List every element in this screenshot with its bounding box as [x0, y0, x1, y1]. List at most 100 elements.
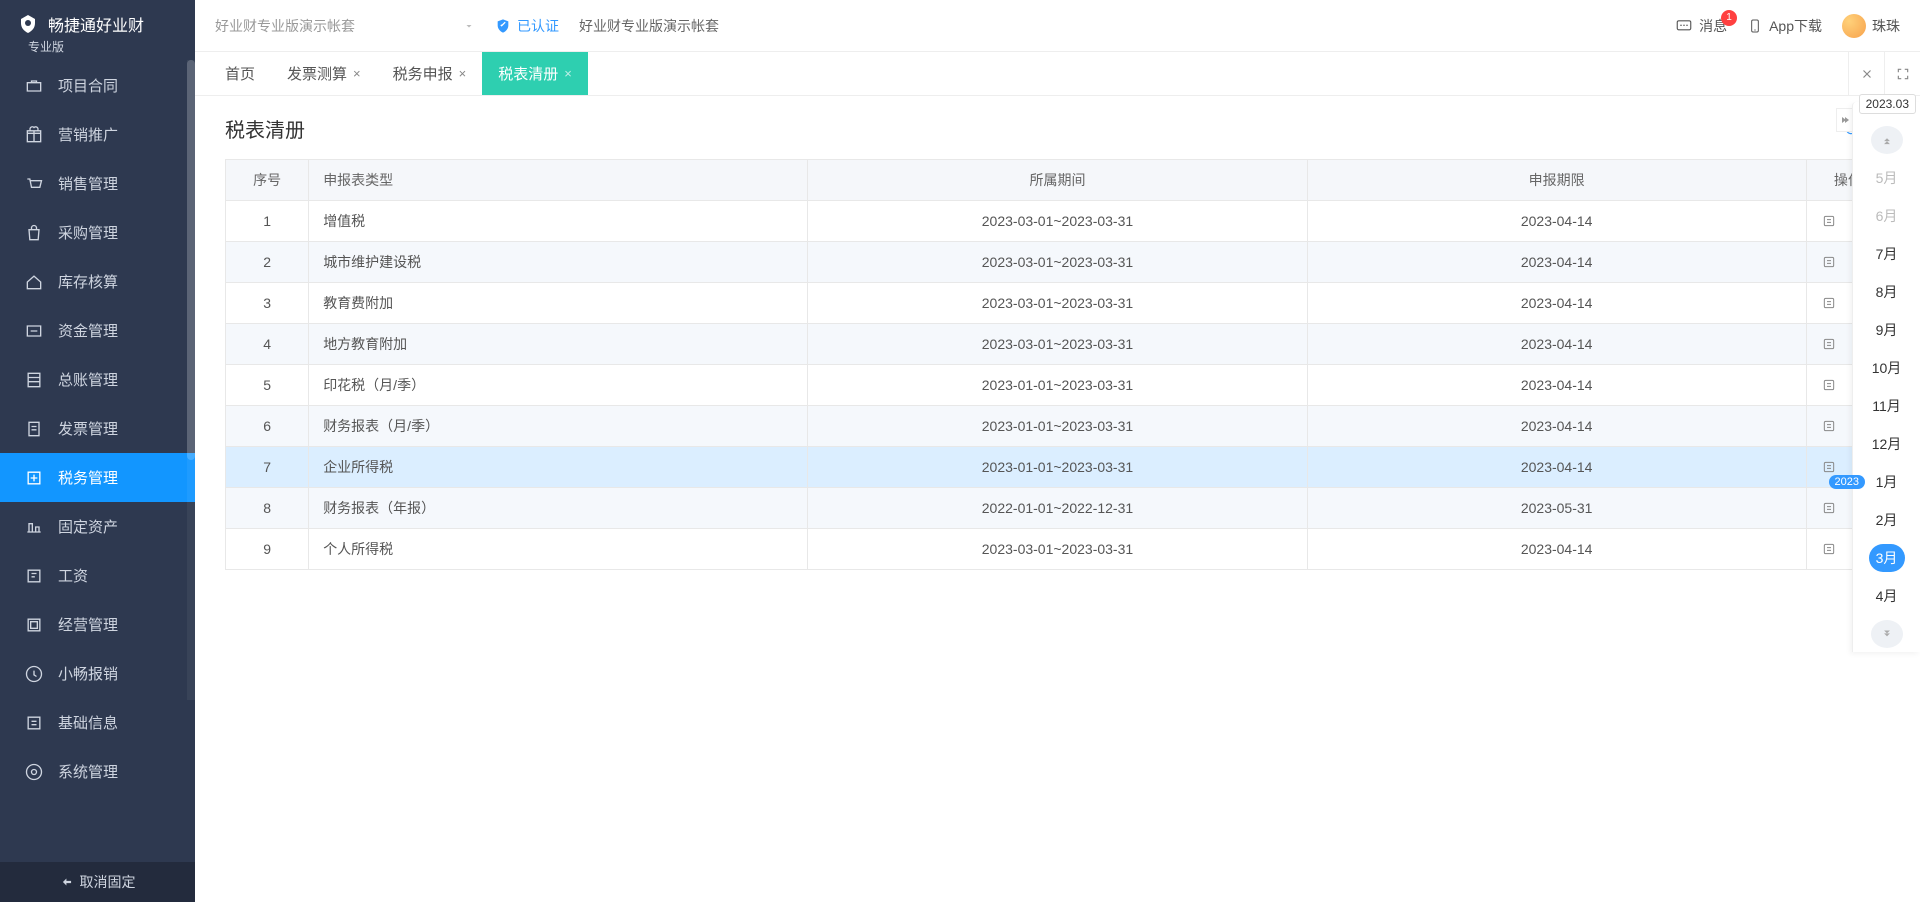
report-icon — [24, 664, 44, 684]
close-icon[interactable]: × — [353, 66, 361, 81]
month-item[interactable]: 8月 — [1869, 278, 1905, 306]
sidebar-item-label: 发票管理 — [58, 418, 118, 439]
cell-seq: 3 — [226, 283, 309, 324]
month-item[interactable]: 9月 — [1869, 316, 1905, 344]
phone-icon — [1747, 18, 1763, 34]
sidebar-scrollbar[interactable] — [187, 60, 195, 700]
sidebar-item-cart[interactable]: 销售管理 — [0, 159, 195, 208]
sidebar-item-label: 工资 — [58, 565, 88, 586]
chevron-down-icon — [463, 20, 475, 32]
ledger-icon — [24, 370, 44, 390]
cell-deadline: 2023-04-14 — [1307, 365, 1806, 406]
pin-icon — [60, 875, 74, 889]
month-item[interactable]: 7月 — [1869, 240, 1905, 268]
cell-type: 教育费附加 — [309, 283, 808, 324]
sidebar-menu: 项目合同营销推广销售管理采购管理库存核算资金管理总账管理发票管理税务管理固定资产… — [0, 61, 195, 862]
tab-3[interactable]: 税表清册× — [482, 52, 588, 95]
main: 好业财专业版演示帐套 已认证 好业财专业版演示帐套 消息 1 — [195, 0, 1920, 902]
cell-deadline: 2023-04-14 — [1307, 324, 1806, 365]
tax-icon — [24, 468, 44, 488]
year-badge: 2023 — [1829, 475, 1865, 489]
sidebar-item-gift[interactable]: 营销推广 — [0, 110, 195, 159]
sidebar-item-label: 采购管理 — [58, 222, 118, 243]
month-item[interactable]: 6月 — [1869, 202, 1905, 230]
date-scroll-down[interactable] — [1871, 620, 1903, 648]
tabs-fullscreen[interactable] — [1884, 52, 1920, 96]
sidebar-item-report[interactable]: 小畅报销 — [0, 649, 195, 698]
sidebar-item-money[interactable]: 资金管理 — [0, 306, 195, 355]
close-icon[interactable]: × — [564, 66, 572, 81]
date-scroll-up[interactable] — [1871, 126, 1903, 154]
cell-deadline: 2023-04-14 — [1307, 529, 1806, 570]
month-item[interactable]: 2月 — [1869, 506, 1905, 534]
gift-icon — [24, 125, 44, 145]
verified-label: 已认证 — [517, 16, 559, 36]
month-item[interactable]: 1月2023 — [1869, 468, 1905, 496]
sidebar-item-house[interactable]: 库存核算 — [0, 257, 195, 306]
table-row[interactable]: 6财务报表（月/季）2023-01-01~2023-03-312023-04-1… — [226, 406, 1890, 447]
month-item[interactable]: 11月 — [1866, 392, 1907, 420]
app-download-button[interactable]: App下载 — [1747, 16, 1822, 36]
sidebar-pin-toggle[interactable]: 取消固定 — [0, 862, 195, 902]
table-row[interactable]: 8财务报表（年报）2022-01-01~2022-12-312023-05-31 — [226, 488, 1890, 529]
sidebar-item-asset[interactable]: 固定资产 — [0, 502, 195, 551]
account-name: 好业财专业版演示帐套 — [579, 16, 719, 36]
table-row[interactable]: 5印花税（月/季）2023-01-01~2023-03-312023-04-14 — [226, 365, 1890, 406]
month-item[interactable]: 12月 — [1866, 430, 1908, 458]
sidebar-item-label: 销售管理 — [58, 173, 118, 194]
table-row[interactable]: 9个人所得税2023-03-01~2023-03-312023-04-14 — [226, 529, 1890, 570]
month-item[interactable]: 10月 — [1866, 354, 1908, 382]
cell-period: 2023-01-01~2023-03-31 — [808, 406, 1307, 447]
month-item[interactable]: 5月 — [1869, 164, 1905, 192]
sidebar-item-salary[interactable]: 工资 — [0, 551, 195, 600]
biz-icon — [24, 615, 44, 635]
tab-2[interactable]: 税务申报× — [377, 52, 483, 95]
messages-button[interactable]: 消息 1 — [1675, 16, 1727, 36]
tabs-row: 首页发票测算×税务申报×税表清册× — [195, 52, 1920, 96]
cell-period: 2023-01-01~2023-03-31 — [808, 365, 1307, 406]
month-item[interactable]: 4月 — [1869, 582, 1905, 610]
table-row[interactable]: 7企业所得税2023-01-01~2023-03-312023-04-14 — [226, 447, 1890, 488]
table-row[interactable]: 4地方教育附加2023-03-01~2023-03-312023-04-14 — [226, 324, 1890, 365]
sidebar-item-label: 基础信息 — [58, 712, 118, 733]
cell-period: 2023-01-01~2023-03-31 — [808, 447, 1307, 488]
cell-deadline: 2023-04-14 — [1307, 201, 1806, 242]
table-row[interactable]: 1增值税2023-03-01~2023-03-312023-04-14 — [226, 201, 1890, 242]
logo-icon — [16, 12, 40, 36]
message-icon — [1675, 17, 1693, 35]
cell-type: 增值税 — [309, 201, 808, 242]
account-select[interactable]: 好业财专业版演示帐套 — [215, 16, 475, 36]
topbar: 好业财专业版演示帐套 已认证 好业财专业版演示帐套 消息 1 — [195, 0, 1920, 52]
table-row[interactable]: 2城市维护建设税2023-03-01~2023-03-312023-04-14 — [226, 242, 1890, 283]
sidebar-item-bag[interactable]: 采购管理 — [0, 208, 195, 257]
sidebar-item-ledger[interactable]: 总账管理 — [0, 355, 195, 404]
sidebar-scroll-thumb[interactable] — [187, 60, 195, 460]
user-menu[interactable]: 珠珠 — [1842, 14, 1900, 38]
sidebar-item-biz[interactable]: 经营管理 — [0, 600, 195, 649]
sidebar-item-label: 资金管理 — [58, 320, 118, 341]
tab-label: 首页 — [225, 63, 255, 84]
sidebar-item-tax[interactable]: 税务管理 — [0, 453, 195, 502]
tabs-close-all[interactable] — [1848, 52, 1884, 96]
sidebar-item-info[interactable]: 基础信息 — [0, 698, 195, 747]
sidebar-item-gear[interactable]: 系统管理 — [0, 747, 195, 796]
month-item[interactable]: 3月 — [1869, 544, 1905, 572]
cell-deadline: 2023-04-14 — [1307, 406, 1806, 447]
sidebar-item-invoice[interactable]: 发票管理 — [0, 404, 195, 453]
cell-seq: 8 — [226, 488, 309, 529]
invoice-icon — [24, 419, 44, 439]
messages-badge: 1 — [1721, 10, 1737, 26]
cell-seq: 6 — [226, 406, 309, 447]
cell-type: 财务报表（年报） — [309, 488, 808, 529]
tab-0[interactable]: 首页 — [209, 52, 271, 95]
sidebar-item-label: 税务管理 — [58, 467, 118, 488]
cell-type: 企业所得税 — [309, 447, 808, 488]
cell-period: 2023-03-01~2023-03-31 — [808, 324, 1307, 365]
avatar — [1842, 14, 1866, 38]
table-row[interactable]: 3教育费附加2023-03-01~2023-03-312023-04-14 — [226, 283, 1890, 324]
sidebar-item-briefcase[interactable]: 项目合同 — [0, 61, 195, 110]
tab-1[interactable]: 发票测算× — [271, 52, 377, 95]
close-icon[interactable]: × — [459, 66, 467, 81]
cell-period: 2023-03-01~2023-03-31 — [808, 529, 1307, 570]
cell-deadline: 2023-04-14 — [1307, 283, 1806, 324]
